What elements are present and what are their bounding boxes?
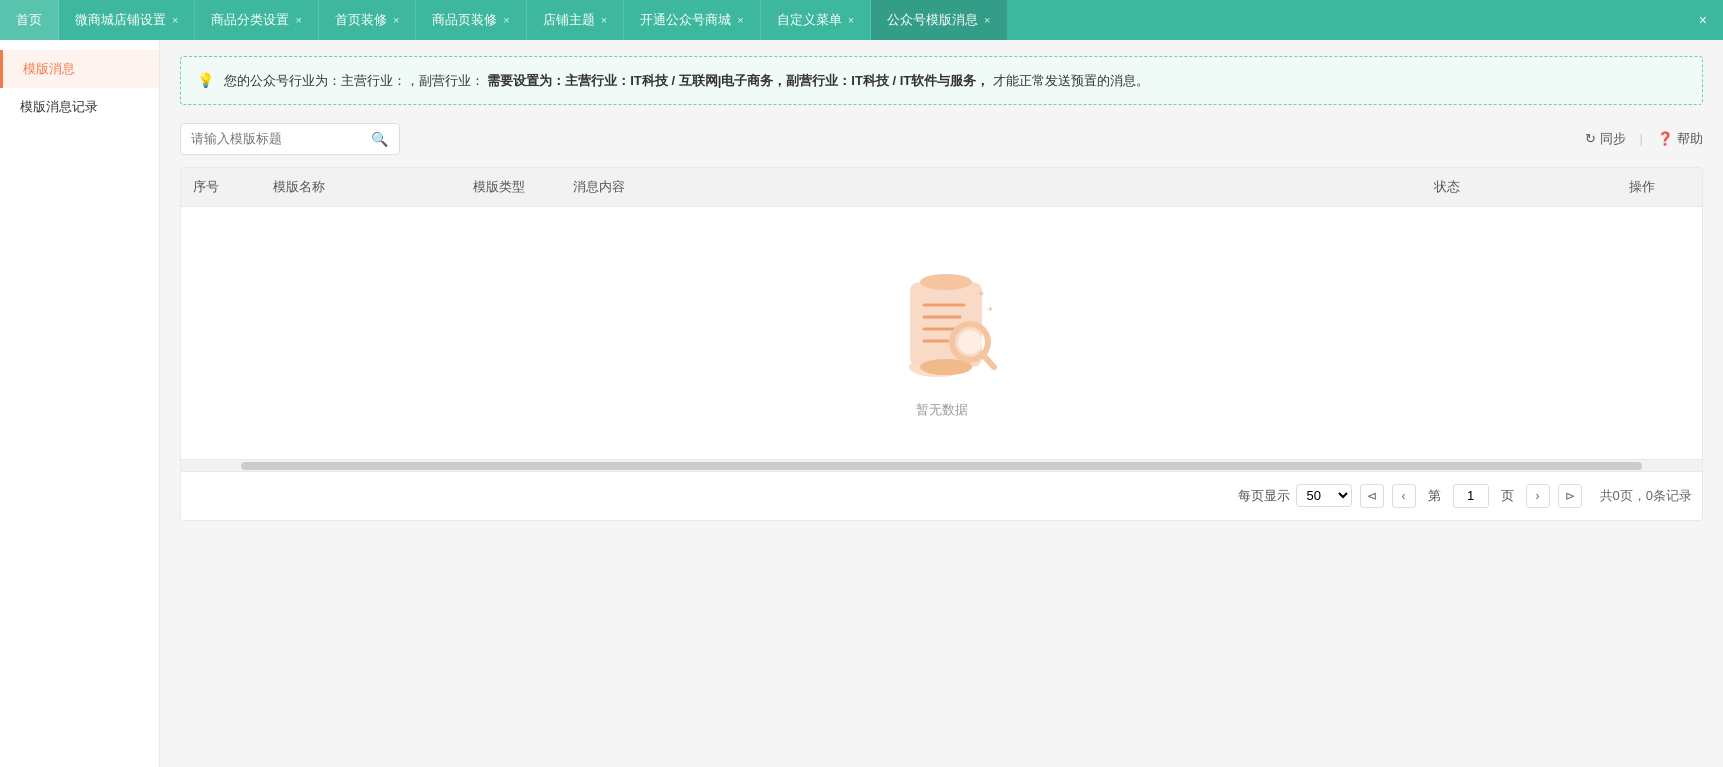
- nav-tab-store-theme[interactable]: 店铺主题×: [527, 0, 624, 40]
- sidebar-item-template-message[interactable]: 模版消息: [0, 50, 159, 88]
- search-input[interactable]: [191, 131, 371, 146]
- sync-button[interactable]: ↻ 同步: [1585, 130, 1626, 148]
- search-input-wrap: 🔍: [180, 123, 400, 155]
- col-type: 模版类型: [461, 168, 561, 206]
- main-content: 💡 您的公众号行业为：主营行业：，副营行业： 需要设置为：主营行业：IT科技 /…: [160, 40, 1723, 767]
- svg-line-9: [982, 354, 994, 367]
- close-tab-icon-template-msg[interactable]: ×: [984, 14, 990, 26]
- nav-tab-store-settings[interactable]: 微商城店铺设置×: [59, 0, 195, 40]
- search-actions: ↻ 同步 | ❓ 帮助: [1585, 130, 1703, 148]
- data-table: 序号 模版名称 模版类型 消息内容 状态 操作: [180, 167, 1703, 521]
- close-tab-icon-store-settings[interactable]: ×: [172, 14, 178, 26]
- search-bar: 🔍 ↻ 同步 | ❓ 帮助: [180, 123, 1703, 155]
- col-seq: 序号: [181, 168, 261, 206]
- empty-state: ✦ ✦ 暂无数据: [181, 207, 1702, 459]
- main-layout: 模版消息模版消息记录 💡 您的公众号行业为：主营行业：，副营行业： 需要设置为：…: [0, 40, 1723, 767]
- svg-point-1: [920, 274, 972, 290]
- nav-tab-home[interactable]: 首页: [0, 0, 59, 40]
- empty-text: 暂无数据: [916, 401, 968, 419]
- notice-text-highlight: 需要设置为：主营行业：IT科技 / 互联网|电子商务，副营行业：IT科技 / I…: [487, 73, 989, 88]
- nav-tab-homepage-decoration[interactable]: 首页装修×: [319, 0, 416, 40]
- divider: |: [1640, 131, 1643, 146]
- top-nav: 首页微商城店铺设置×商品分类设置×首页装修×商品页装修×店铺主题×开通公众号商城…: [0, 0, 1723, 40]
- page-num-prefix: 第: [1428, 487, 1441, 505]
- col-name: 模版名称: [261, 168, 461, 206]
- page-size-label: 每页显示: [1238, 487, 1290, 505]
- empty-icon: ✦ ✦: [882, 267, 1002, 387]
- notice-box: 💡 您的公众号行业为：主营行业：，副营行业： 需要设置为：主营行业：IT科技 /…: [180, 56, 1703, 105]
- first-page-button[interactable]: ⊲: [1360, 484, 1384, 508]
- sidebar: 模版消息模版消息记录: [0, 40, 160, 767]
- col-content: 消息内容: [561, 168, 1422, 206]
- pagination: 每页显示 102050100 ⊲ ‹ 第 页 › ⊳ 共0页，0条记录: [181, 471, 1702, 520]
- svg-text:✦: ✦: [977, 288, 985, 299]
- help-label: 帮助: [1677, 130, 1703, 148]
- last-page-button[interactable]: ⊳: [1558, 484, 1582, 508]
- nav-tab-product-decoration[interactable]: 商品页装修×: [416, 0, 526, 40]
- close-tab-icon-homepage-decoration[interactable]: ×: [393, 14, 399, 26]
- prev-page-button[interactable]: ‹: [1392, 484, 1416, 508]
- next-page-button[interactable]: ›: [1526, 484, 1550, 508]
- nav-tab-category-settings[interactable]: 商品分类设置×: [195, 0, 318, 40]
- page-size-select[interactable]: 102050100: [1296, 484, 1352, 507]
- close-tab-icon-product-decoration[interactable]: ×: [503, 14, 509, 26]
- close-tab-icon-custom-menu[interactable]: ×: [848, 14, 854, 26]
- nav-tab-open-mall[interactable]: 开通公众号商城×: [624, 0, 760, 40]
- scrollbar-thumb[interactable]: [241, 462, 1642, 470]
- col-status: 状态: [1422, 168, 1582, 206]
- table-header: 序号 模版名称 模版类型 消息内容 状态 操作: [181, 168, 1702, 207]
- search-icon[interactable]: 🔍: [371, 131, 388, 147]
- notice-icon: 💡: [197, 72, 214, 88]
- nav-tab-template-msg[interactable]: 公众号模版消息×: [871, 0, 1007, 40]
- close-tab-icon-store-theme[interactable]: ×: [601, 14, 607, 26]
- notice-text-before: 您的公众号行业为：主营行业：，副营行业：: [224, 73, 484, 88]
- page-total: 共0页，0条记录: [1600, 487, 1692, 505]
- help-button[interactable]: ❓ 帮助: [1657, 130, 1703, 148]
- page-number-input[interactable]: [1453, 484, 1489, 508]
- sync-label: 同步: [1600, 130, 1626, 148]
- sidebar-item-template-message-records[interactable]: 模版消息记录: [0, 88, 159, 126]
- page-size-wrap: 每页显示 102050100: [1238, 484, 1352, 507]
- sync-icon: ↻: [1585, 131, 1596, 146]
- horizontal-scrollbar[interactable]: [181, 459, 1702, 471]
- svg-text:✦: ✦: [987, 305, 994, 314]
- close-tab-icon-category-settings[interactable]: ×: [295, 14, 301, 26]
- nav-tab-custom-menu[interactable]: 自定义菜单×: [761, 0, 871, 40]
- close-tab-icon-open-mall[interactable]: ×: [737, 14, 743, 26]
- svg-point-8: [958, 330, 982, 354]
- col-action: 操作: [1582, 168, 1702, 206]
- help-icon: ❓: [1657, 131, 1673, 146]
- page-label: 页: [1501, 487, 1514, 505]
- close-all-button[interactable]: ×: [1683, 12, 1723, 28]
- notice-text-after: 才能正常发送预置的消息。: [993, 73, 1149, 88]
